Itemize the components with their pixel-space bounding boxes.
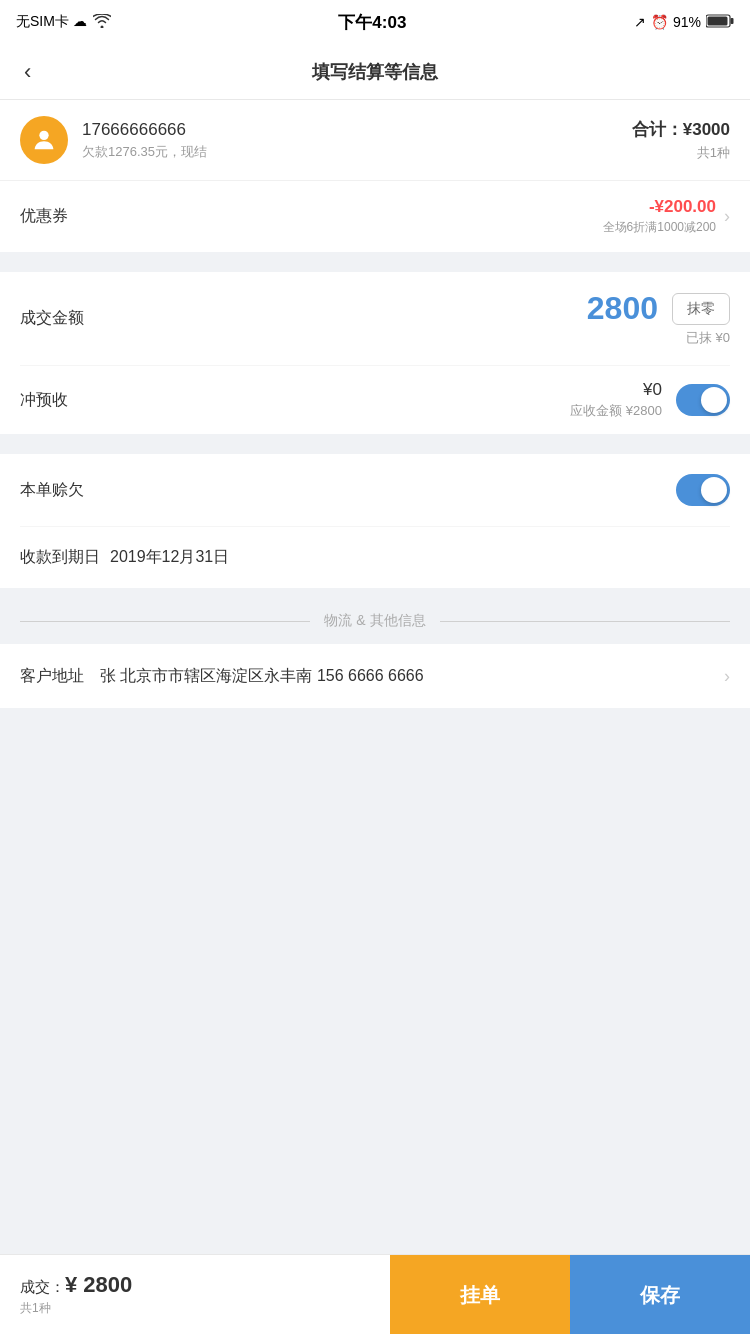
bottom-spacer <box>0 718 750 798</box>
svg-rect-1 <box>731 18 734 24</box>
section-divider-2 <box>0 444 750 454</box>
user-total: 合计：¥3000 共1种 <box>632 118 730 162</box>
chong-row: 冲预收 ¥0 应收金额 ¥2800 <box>20 366 730 434</box>
user-info: 17666666666 欠款1276.35元，现结 <box>82 120 632 161</box>
coupon-arrow-icon: › <box>724 206 730 227</box>
user-card: 17666666666 欠款1276.35元，现结 合计：¥3000 共1种 优… <box>0 100 750 252</box>
benshen-section: 本单赊欠 收款到期日 2019年12月31日 <box>0 454 750 588</box>
benshen-row: 本单赊欠 <box>20 454 730 527</box>
logistics-divider: 物流 & 其他信息 <box>0 598 750 644</box>
battery-text: 91% <box>673 14 701 30</box>
duedate-value: 2019年12月31日 <box>110 547 229 568</box>
total-label: 合计： <box>632 120 683 139</box>
battery-icon <box>706 14 734 31</box>
chong-right: ¥0 应收金额 ¥2800 <box>570 380 730 420</box>
content: 17666666666 欠款1276.35元，现结 合计：¥3000 共1种 优… <box>0 100 750 798</box>
amount-section: 成交金额 2800 抹零 已抹 ¥0 冲预收 ¥0 应收金额 ¥2800 <box>0 272 750 434</box>
save-button[interactable]: 保存 <box>570 1255 750 1334</box>
logistics-line-left <box>20 621 310 622</box>
logistics-text: 物流 & 其他信息 <box>310 612 439 630</box>
avatar <box>20 116 68 164</box>
back-button[interactable]: ‹ <box>16 51 39 93</box>
deal-amount-value: 2800 <box>587 290 658 327</box>
status-bar: 无SIM卡 ☁ 下午4:03 ↗ ⏰ 91% <box>0 0 750 44</box>
coupon-row[interactable]: 优惠券 -¥200.00 全场6折满1000减200 › <box>0 181 750 252</box>
logistics-line-right <box>440 621 730 622</box>
deal-amount-right: 2800 抹零 已抹 ¥0 <box>587 290 730 347</box>
duedate-label: 收款到期日 <box>20 547 100 568</box>
bottom-bar: 成交：¥ 2800 共1种 挂单 保存 <box>0 1254 750 1334</box>
amount-value-block: 2800 抹零 <box>587 290 730 327</box>
nav-bar: ‹ 填写结算等信息 <box>0 44 750 100</box>
status-time: 下午4:03 <box>338 11 406 34</box>
alarm-icon: ⏰ <box>651 14 668 30</box>
deal-amount-row: 成交金额 2800 抹零 已抹 ¥0 <box>20 272 730 366</box>
bottom-deal-label: 成交： <box>20 1278 65 1295</box>
chong-value: ¥0 <box>570 380 662 400</box>
deal-amount-label: 成交金额 <box>20 308 587 329</box>
bottom-deal: 成交：¥ 2800 <box>20 1272 370 1298</box>
user-phone: 17666666666 <box>82 120 632 140</box>
duedate-row: 收款到期日 2019年12月31日 <box>20 527 730 588</box>
location-icon: ↗ <box>634 14 646 30</box>
svg-point-3 <box>39 131 48 140</box>
address-row[interactable]: 客户地址 张 北京市市辖区海淀区永丰南 156 6666 6666 › <box>20 644 730 708</box>
coupon-right-block: -¥200.00 全场6折满1000减200 <box>603 197 716 236</box>
page-title: 填写结算等信息 <box>312 60 438 84</box>
benshen-label: 本单赊欠 <box>20 480 676 501</box>
bottom-count: 共1种 <box>20 1300 370 1317</box>
chong-value-block: ¥0 应收金额 ¥2800 <box>570 380 662 420</box>
user-row: 17666666666 欠款1276.35元，现结 合计：¥3000 共1种 <box>0 100 750 181</box>
section-divider-1 <box>0 262 750 272</box>
chong-sub: 应收金额 ¥2800 <box>570 402 662 420</box>
total-count: 共1种 <box>632 144 730 162</box>
bottom-deal-amount: ¥ 2800 <box>65 1272 132 1297</box>
sim-text: 无SIM卡 ☁ <box>16 13 87 31</box>
svg-rect-2 <box>708 16 728 25</box>
benshen-toggle[interactable] <box>676 474 730 506</box>
coupon-desc: 全场6折满1000减200 <box>603 219 716 236</box>
address-label: 客户地址 <box>20 666 84 687</box>
wifi-icon <box>93 14 111 31</box>
chong-toggle[interactable] <box>676 384 730 416</box>
bottom-info: 成交：¥ 2800 共1种 <box>0 1255 390 1334</box>
round-button[interactable]: 抹零 <box>672 293 730 325</box>
address-value: 张 北京市市辖区海淀区永丰南 156 6666 6666 <box>100 664 716 688</box>
address-section: 客户地址 张 北京市市辖区海淀区永丰南 156 6666 6666 › <box>0 644 750 708</box>
hang-button[interactable]: 挂单 <box>390 1255 570 1334</box>
user-debt: 欠款1276.35元，现结 <box>82 143 632 161</box>
status-left: 无SIM卡 ☁ <box>16 13 111 31</box>
total-value: ¥3000 <box>683 120 730 139</box>
chong-label: 冲预收 <box>20 390 570 411</box>
total-amount: 合计：¥3000 <box>632 118 730 141</box>
coupon-discount: -¥200.00 <box>603 197 716 217</box>
address-arrow-icon: › <box>724 666 730 687</box>
deal-amount-sub: 已抹 ¥0 <box>587 329 730 347</box>
status-right: ↗ ⏰ 91% <box>634 14 734 31</box>
coupon-label: 优惠券 <box>20 206 603 227</box>
